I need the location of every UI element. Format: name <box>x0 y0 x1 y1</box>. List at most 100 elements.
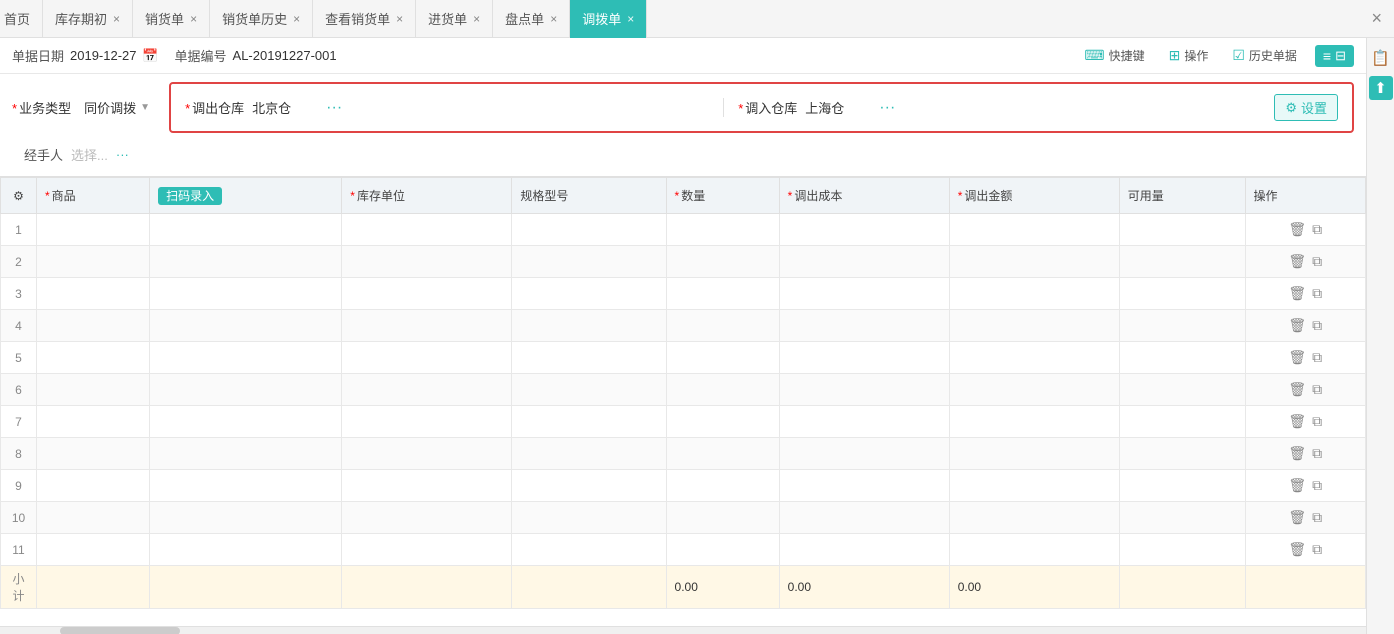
row-cost-2[interactable] <box>779 246 949 278</box>
row-amount-4[interactable] <box>949 310 1119 342</box>
row-product-3[interactable] <box>37 278 150 310</box>
business-type-select[interactable]: 同价调拨 ▼ <box>77 94 157 121</box>
row-qty-11[interactable] <box>666 534 779 566</box>
row-product-6[interactable] <box>37 374 150 406</box>
row-cost-6[interactable] <box>779 374 949 406</box>
delete-icon[interactable]: 🗑 <box>1288 221 1306 238</box>
copy-icon[interactable]: ⧉ <box>1312 381 1322 398</box>
copy-icon[interactable]: ⧉ <box>1312 477 1322 494</box>
row-unit-4[interactable] <box>342 310 512 342</box>
row-unit-10[interactable] <box>342 502 512 534</box>
delete-icon[interactable]: 🗑 <box>1288 509 1306 526</box>
row-cost-11[interactable] <box>779 534 949 566</box>
warehouse-settings-button[interactable]: ⚙ 设置 <box>1274 94 1338 121</box>
tab-view-sales-close[interactable]: × <box>396 12 403 26</box>
history-button[interactable]: ☑ 历史单据 <box>1226 44 1303 67</box>
copy-icon[interactable]: ⧉ <box>1312 541 1322 558</box>
copy-icon[interactable]: ⧉ <box>1312 253 1322 270</box>
row-amount-3[interactable] <box>949 278 1119 310</box>
row-spec-1[interactable] <box>512 214 666 246</box>
tab-purchase-order-close[interactable]: × <box>473 12 480 26</box>
row-product-10[interactable] <box>37 502 150 534</box>
row-qty-4[interactable] <box>666 310 779 342</box>
row-unit-2[interactable] <box>342 246 512 278</box>
row-amount-2[interactable] <box>949 246 1119 278</box>
shortcut-button[interactable]: ⌨ 快捷键 <box>1078 44 1150 67</box>
copy-icon[interactable]: ⧉ <box>1312 221 1322 238</box>
row-qty-2[interactable] <box>666 246 779 278</box>
settings-button[interactable]: ≡ ⊟ <box>1315 45 1354 67</box>
copy-icon[interactable]: ⧉ <box>1312 317 1322 334</box>
handler-more-button[interactable]: ··· <box>116 147 129 162</box>
tab-view-sales[interactable]: 查看销货单 × <box>313 0 416 38</box>
row-cost-5[interactable] <box>779 342 949 374</box>
tab-inventory-init-close[interactable]: × <box>113 12 120 26</box>
tab-sales-history-close[interactable]: × <box>293 12 300 26</box>
row-amount-11[interactable] <box>949 534 1119 566</box>
warehouse-in-more-button[interactable]: ··· <box>879 99 895 117</box>
row-amount-9[interactable] <box>949 470 1119 502</box>
copy-icon[interactable]: ⧉ <box>1312 285 1322 302</box>
row-unit-9[interactable] <box>342 470 512 502</box>
row-spec-4[interactable] <box>512 310 666 342</box>
copy-icon[interactable]: ⧉ <box>1312 349 1322 366</box>
settings-col-header[interactable]: ⚙ <box>1 178 37 214</box>
delete-icon[interactable]: 🗑 <box>1288 445 1306 462</box>
scan-button[interactable]: 扫码录入 <box>158 187 222 205</box>
row-spec-6[interactable] <box>512 374 666 406</box>
row-amount-10[interactable] <box>949 502 1119 534</box>
handler-select[interactable]: 选择... <box>71 145 108 164</box>
tab-sales-history[interactable]: 销货单历史 × <box>210 0 313 38</box>
row-amount-7[interactable] <box>949 406 1119 438</box>
copy-icon[interactable]: ⧉ <box>1312 413 1322 430</box>
row-product-2[interactable] <box>37 246 150 278</box>
tab-inventory-check[interactable]: 盘点单 × <box>493 0 570 38</box>
delete-icon[interactable]: 🗑 <box>1288 413 1306 430</box>
scrollbar-thumb[interactable] <box>60 627 180 634</box>
tab-home[interactable]: 首页 <box>4 0 43 38</box>
row-qty-6[interactable] <box>666 374 779 406</box>
tab-transfer-order-close[interactable]: × <box>627 12 634 26</box>
copy-icon[interactable]: ⧉ <box>1312 445 1322 462</box>
row-unit-8[interactable] <box>342 438 512 470</box>
row-qty-3[interactable] <box>666 278 779 310</box>
copy-icon[interactable]: ⧉ <box>1312 509 1322 526</box>
tab-sales-order[interactable]: 销货单 × <box>133 0 210 38</box>
tab-inventory-check-close[interactable]: × <box>550 12 557 26</box>
row-unit-6[interactable] <box>342 374 512 406</box>
row-qty-10[interactable] <box>666 502 779 534</box>
row-amount-5[interactable] <box>949 342 1119 374</box>
row-product-5[interactable] <box>37 342 150 374</box>
row-cost-1[interactable] <box>779 214 949 246</box>
row-amount-8[interactable] <box>949 438 1119 470</box>
tab-sales-order-close[interactable]: × <box>190 12 197 26</box>
row-qty-7[interactable] <box>666 406 779 438</box>
delete-icon[interactable]: 🗑 <box>1288 381 1306 398</box>
operation-button[interactable]: ⊞ 操作 <box>1163 44 1215 67</box>
row-spec-11[interactable] <box>512 534 666 566</box>
row-product-4[interactable] <box>37 310 150 342</box>
row-product-11[interactable] <box>37 534 150 566</box>
row-cost-3[interactable] <box>779 278 949 310</box>
row-cost-9[interactable] <box>779 470 949 502</box>
row-amount-6[interactable] <box>949 374 1119 406</box>
delete-icon[interactable]: 🗑 <box>1288 477 1306 494</box>
row-spec-8[interactable] <box>512 438 666 470</box>
row-unit-7[interactable] <box>342 406 512 438</box>
row-cost-7[interactable] <box>779 406 949 438</box>
row-qty-1[interactable] <box>666 214 779 246</box>
close-window-button[interactable]: × <box>1371 8 1390 29</box>
tab-purchase-order[interactable]: 进货单 × <box>416 0 493 38</box>
row-qty-5[interactable] <box>666 342 779 374</box>
tab-inventory-init[interactable]: 库存期初 × <box>43 0 133 38</box>
sidebar-doc-icon[interactable]: 📋 <box>1369 46 1393 70</box>
delete-icon[interactable]: 🗑 <box>1288 285 1306 302</box>
row-spec-10[interactable] <box>512 502 666 534</box>
row-spec-9[interactable] <box>512 470 666 502</box>
row-cost-4[interactable] <box>779 310 949 342</box>
horizontal-scrollbar[interactable] <box>0 626 1366 634</box>
sidebar-expand-icon[interactable]: ⬆ <box>1369 76 1393 100</box>
delete-icon[interactable]: 🗑 <box>1288 541 1306 558</box>
tab-transfer-order[interactable]: 调拨单 × <box>570 0 647 38</box>
row-spec-5[interactable] <box>512 342 666 374</box>
